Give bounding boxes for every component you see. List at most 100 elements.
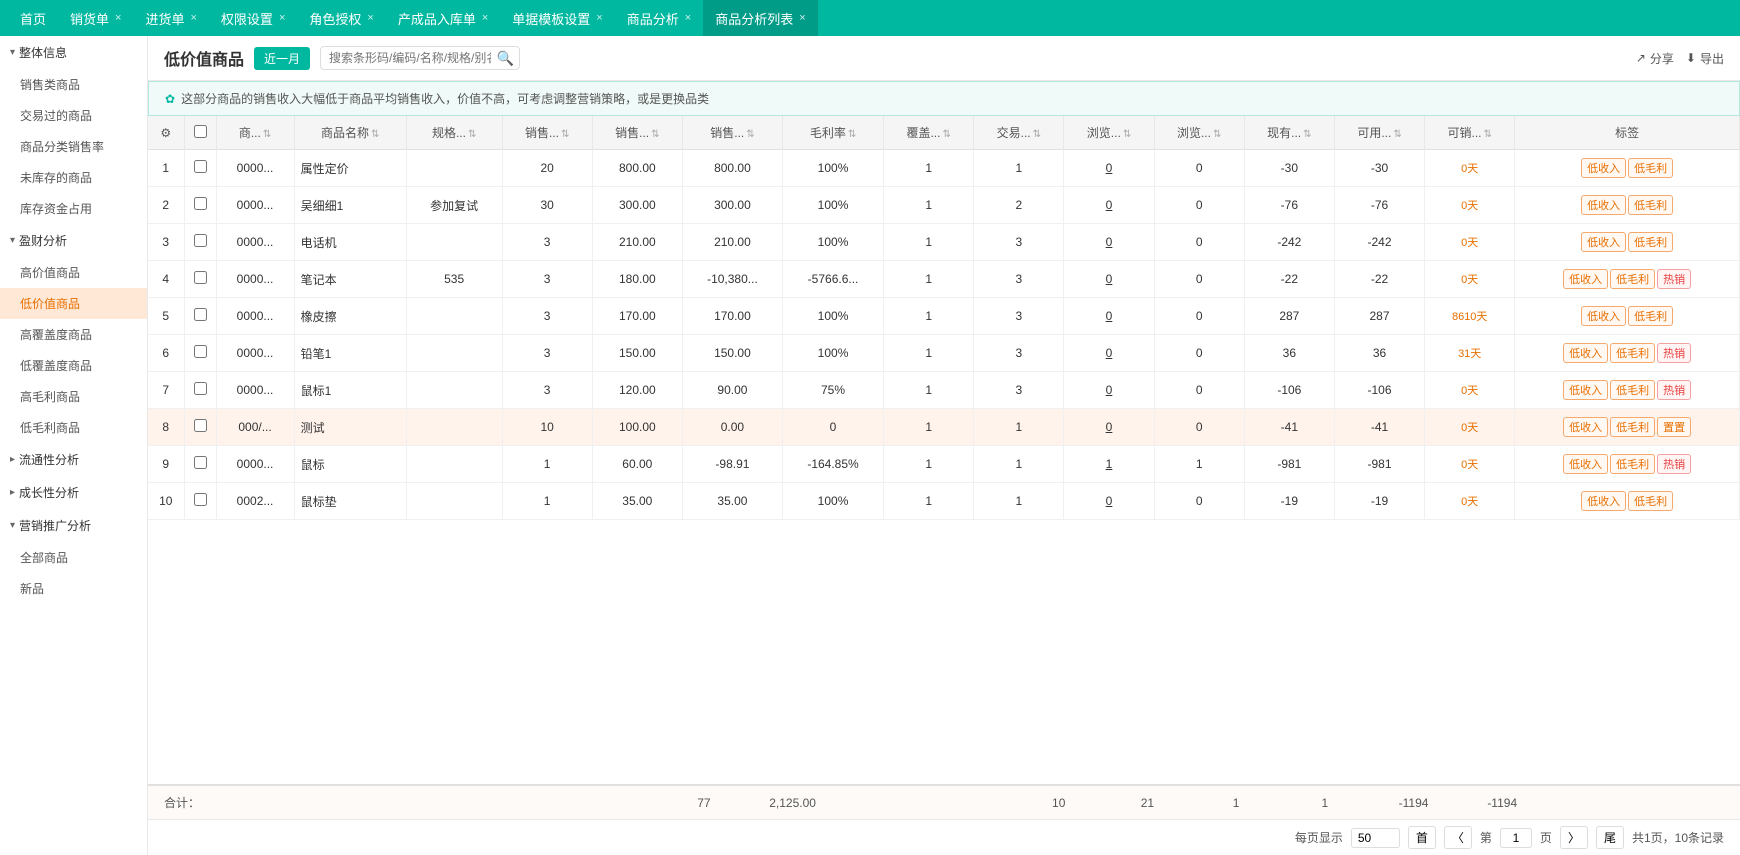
sidebar-item-all-products[interactable]: 全部商品	[0, 542, 147, 573]
close-icon[interactable]: ×	[482, 12, 488, 24]
cell-browse1[interactable]: 0	[1064, 187, 1154, 224]
col-browse2[interactable]: 浏览...⇅	[1154, 116, 1244, 150]
cell-checkbox[interactable]	[184, 150, 216, 187]
cell-browse1[interactable]: 0	[1064, 335, 1154, 372]
footer-spacer2	[438, 796, 571, 810]
cell-name: 属性定价	[294, 150, 406, 187]
nav-product-analysis-list[interactable]: 商品分析列表 ×	[703, 0, 817, 36]
next-page-button[interactable]: 〉	[1560, 826, 1588, 849]
sidebar-item-new-products[interactable]: 新品	[0, 573, 147, 604]
col-transaction[interactable]: 交易...⇅	[974, 116, 1064, 150]
cell-checkbox[interactable]	[184, 298, 216, 335]
nav-product-stock[interactable]: 产成品入库单 ×	[386, 0, 500, 36]
nav-purchase-order[interactable]: 进货单 ×	[133, 0, 208, 36]
table-container[interactable]: ⚙ 商...⇅ 商品名称⇅ 规格...⇅ 销售...⇅ 销售...⇅ 销售...…	[148, 116, 1740, 784]
cell-spec	[406, 483, 502, 520]
nav-template-setting[interactable]: 单据模板设置 ×	[500, 0, 614, 36]
col-available[interactable]: 可用...⇅	[1334, 116, 1424, 150]
close-icon[interactable]: ×	[685, 12, 691, 24]
row-checkbox[interactable]	[194, 234, 207, 247]
cell-checkbox[interactable]	[184, 224, 216, 261]
sidebar-item-stock-capital[interactable]: 库存资金占用	[0, 193, 147, 224]
sidebar-group-finance[interactable]: ▾ 盈财分析	[0, 224, 147, 257]
cell-transaction: 3	[974, 335, 1064, 372]
row-checkbox[interactable]	[194, 345, 207, 358]
first-page-button[interactable]: 首	[1408, 826, 1436, 849]
row-checkbox[interactable]	[194, 419, 207, 432]
cell-browse1[interactable]: 0	[1064, 372, 1154, 409]
sidebar-item-high-coverage[interactable]: 高覆盖度商品	[0, 319, 147, 350]
sidebar-item-category-sales[interactable]: 商品分类销售率	[0, 131, 147, 162]
sidebar-item-low-coverage[interactable]: 低覆盖度商品	[0, 350, 147, 381]
close-icon[interactable]: ×	[115, 12, 121, 24]
col-browse1[interactable]: 浏览...⇅	[1064, 116, 1154, 150]
sidebar-item-traded-products[interactable]: 交易过的商品	[0, 100, 147, 131]
cell-checkbox[interactable]	[184, 335, 216, 372]
close-icon[interactable]: ×	[190, 12, 196, 24]
prev-page-button[interactable]: 〈	[1444, 826, 1472, 849]
cell-browse1[interactable]: 0	[1064, 261, 1154, 298]
close-icon[interactable]: ×	[367, 12, 373, 24]
cell-browse1[interactable]: 0	[1064, 224, 1154, 261]
col-coverage[interactable]: 覆盖...⇅	[884, 116, 974, 150]
row-checkbox[interactable]	[194, 160, 207, 173]
col-saleable[interactable]: 可销...⇅	[1425, 116, 1515, 150]
nav-role-auth[interactable]: 角色授权 ×	[297, 0, 385, 36]
row-checkbox[interactable]	[194, 456, 207, 469]
cell-browse1[interactable]: 0	[1064, 150, 1154, 187]
col-sale-amount[interactable]: 销售...⇅	[592, 116, 682, 150]
col-tags[interactable]: 标签	[1515, 116, 1740, 150]
close-icon[interactable]: ×	[279, 12, 285, 24]
cell-checkbox[interactable]	[184, 372, 216, 409]
col-gross-rate[interactable]: 毛利率⇅	[782, 116, 883, 150]
col-sale-qty[interactable]: 销售...⇅	[502, 116, 592, 150]
sidebar-group-overall[interactable]: ▾ 整体信息	[0, 36, 147, 69]
select-all-checkbox[interactable]	[194, 125, 207, 138]
sidebar-item-high-margin[interactable]: 高毛利商品	[0, 381, 147, 412]
sidebar-group-growth[interactable]: ▸ 成长性分析	[0, 476, 147, 509]
cell-browse1[interactable]: 1	[1064, 446, 1154, 483]
sidebar-item-sales-products[interactable]: 销售类商品	[0, 69, 147, 100]
col-code[interactable]: 商...⇅	[216, 116, 294, 150]
nav-product-analysis[interactable]: 商品分析 ×	[615, 0, 703, 36]
search-input[interactable]	[320, 46, 520, 70]
nav-permission[interactable]: 权限设置 ×	[209, 0, 297, 36]
col-checkbox[interactable]	[184, 116, 216, 150]
cell-checkbox[interactable]	[184, 446, 216, 483]
sidebar-item-high-value[interactable]: 高价值商品	[0, 257, 147, 288]
sidebar-item-low-value[interactable]: 低价值商品	[0, 288, 147, 319]
sidebar-item-no-stock[interactable]: 未库存的商品	[0, 162, 147, 193]
col-current[interactable]: 现有...⇅	[1244, 116, 1334, 150]
sidebar-item-low-margin[interactable]: 低毛利商品	[0, 412, 147, 443]
col-name[interactable]: 商品名称⇅	[294, 116, 406, 150]
col-sale-profit[interactable]: 销售...⇅	[682, 116, 782, 150]
cell-checkbox[interactable]	[184, 261, 216, 298]
search-icon[interactable]: 🔍	[497, 50, 514, 67]
row-checkbox[interactable]	[194, 493, 207, 506]
cell-browse1[interactable]: 0	[1064, 483, 1154, 520]
nav-sales-order[interactable]: 销货单 ×	[58, 0, 133, 36]
sidebar-group-circulation[interactable]: ▸ 流通性分析	[0, 443, 147, 476]
export-button[interactable]: ⬇ 导出	[1686, 50, 1724, 67]
col-spec[interactable]: 规格...⇅	[406, 116, 502, 150]
cell-checkbox[interactable]	[184, 483, 216, 520]
cell-browse1[interactable]: 0	[1064, 298, 1154, 335]
row-checkbox[interactable]	[194, 382, 207, 395]
last-page-button[interactable]: 尾	[1596, 826, 1624, 849]
cell-checkbox[interactable]	[184, 409, 216, 446]
row-checkbox[interactable]	[194, 271, 207, 284]
close-icon[interactable]: ×	[596, 12, 602, 24]
row-checkbox[interactable]	[194, 308, 207, 321]
settings-icon[interactable]: ⚙	[160, 126, 171, 140]
cell-checkbox[interactable]	[184, 187, 216, 224]
cell-browse1[interactable]: 0	[1064, 409, 1154, 446]
row-checkbox[interactable]	[194, 197, 207, 210]
page-size-select[interactable]: 50 20 100	[1351, 828, 1400, 848]
nav-home[interactable]: 首页	[8, 0, 58, 36]
sidebar-group-marketing[interactable]: ▾ 营销推广分析	[0, 509, 147, 542]
close-icon[interactable]: ×	[799, 12, 805, 24]
col-settings[interactable]: ⚙	[148, 116, 184, 150]
share-button[interactable]: ↗ 分享	[1636, 50, 1674, 67]
time-filter-button[interactable]: 近一月	[254, 47, 310, 70]
page-input[interactable]	[1500, 828, 1532, 848]
